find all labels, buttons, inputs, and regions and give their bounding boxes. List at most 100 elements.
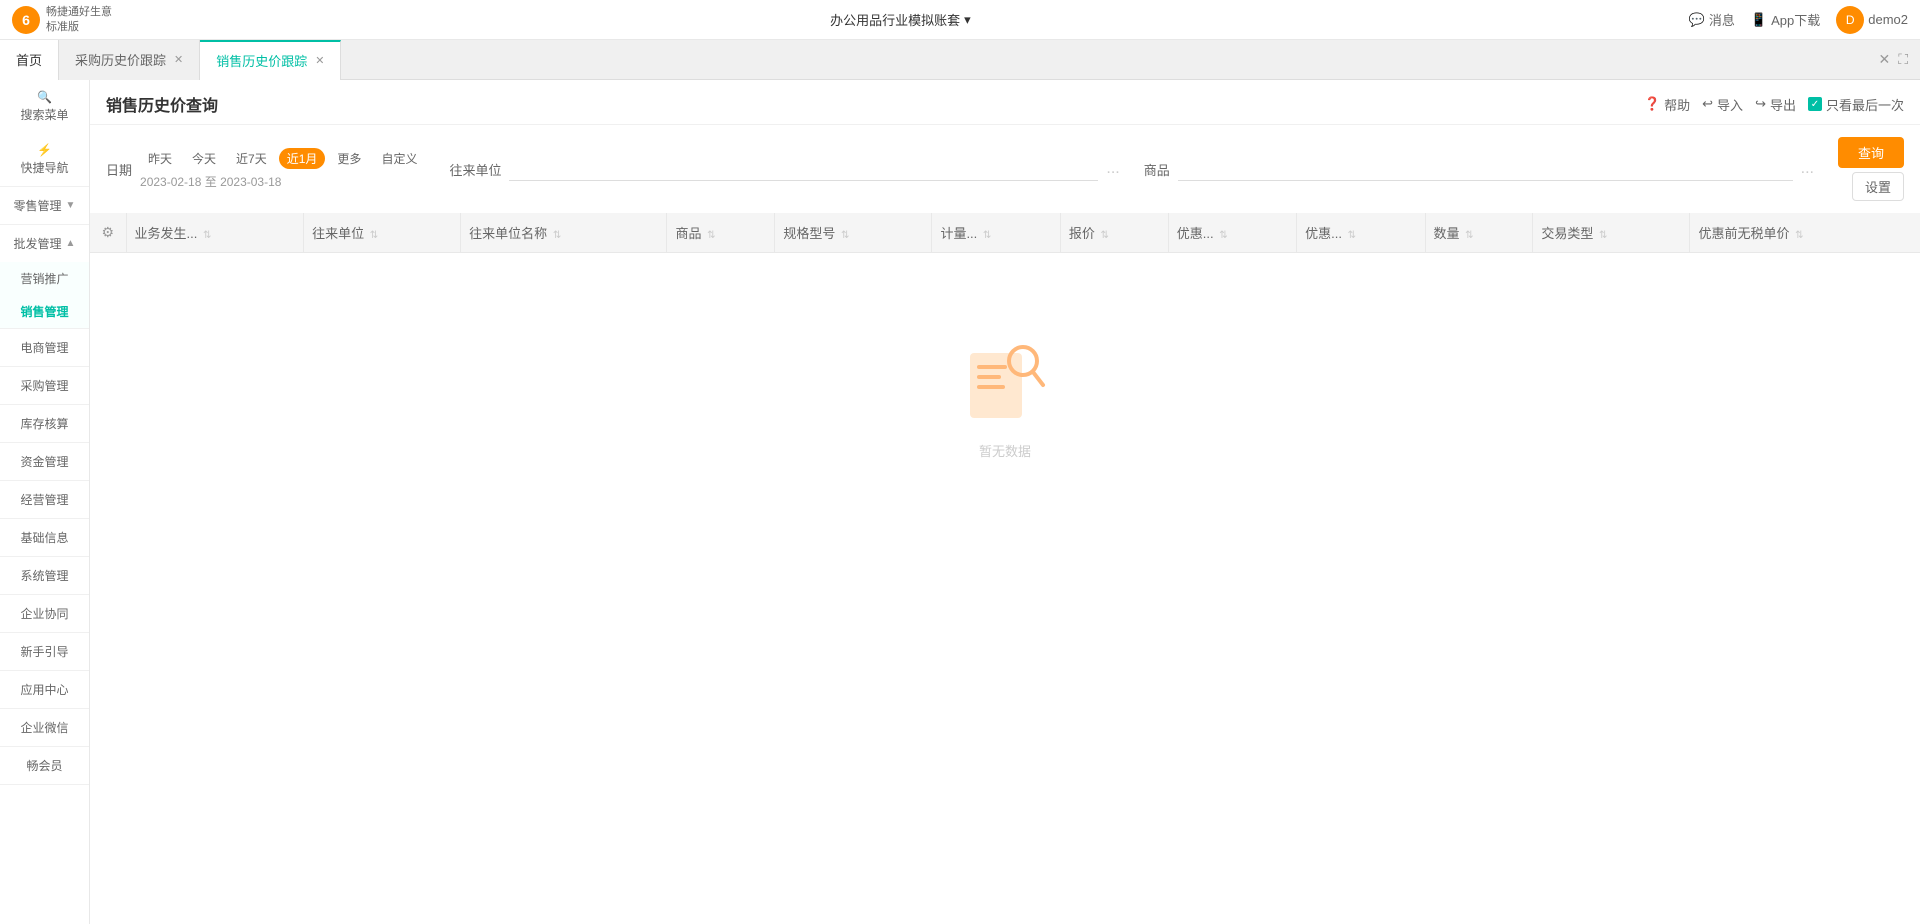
sort-icon: ⇅ (841, 230, 849, 241)
tab-purchase-history-close[interactable]: ✕ (174, 53, 183, 66)
sidebar-item-retail-mgmt[interactable]: 零售管理 ▼ (0, 187, 89, 224)
sidebar-section-operations: 经营管理 (0, 481, 89, 519)
sidebar-item-basic-info[interactable]: 基础信息 (0, 519, 89, 556)
table-col-settings[interactable]: ⚙ (90, 213, 126, 253)
empty-svg-icon (955, 333, 1055, 433)
date-option-last1month[interactable]: 近1月 (279, 148, 326, 169)
sidebar-item-purchase-mgmt[interactable]: 采购管理 (0, 367, 89, 404)
sidebar-section-basic: 基础信息 (0, 519, 89, 557)
logo-area: 6 畅捷通好生意 标准版 (12, 5, 112, 34)
table-col-spec[interactable]: 规格型号 ⇅ (775, 213, 932, 253)
sidebar-section-guide: 新手引导 (0, 633, 89, 671)
sidebar-item-inventory[interactable]: 库存核算 (0, 405, 89, 442)
product-label: 商品 (1144, 160, 1170, 179)
sort-icon: ⇅ (1100, 230, 1108, 241)
sidebar-item-quick-nav[interactable]: ⚡ 快捷导航 (0, 133, 89, 186)
sort-icon: ⇅ (553, 230, 561, 241)
table-col-quoted-price[interactable]: 报价 ⇅ (1060, 213, 1168, 253)
export-button[interactable]: ↪ 导出 (1755, 95, 1796, 114)
sidebar-item-enterprise-collab[interactable]: 企业协同 (0, 595, 89, 632)
page-actions: ❓ 帮助 ↩ 导入 ↪ 导出 ✓ 只看最后一次 (1644, 95, 1904, 114)
search-icon: 🔍 (37, 90, 52, 104)
settings-button[interactable]: 设置 (1852, 172, 1904, 201)
user-profile[interactable]: D demo2 (1836, 6, 1908, 34)
partner-input[interactable] (509, 157, 1098, 181)
table-col-pre-tax-price[interactable]: 优惠前无税单价 ⇅ (1690, 213, 1920, 253)
product-input[interactable] (1178, 157, 1793, 181)
table-col-unit[interactable]: 计量... ⇅ (932, 213, 1060, 253)
app-icon: 📱 (1751, 12, 1767, 28)
close-window-icon[interactable]: ✕ (1878, 51, 1890, 68)
sort-icon: ⇅ (1219, 230, 1227, 241)
sort-icon: ⇅ (707, 230, 715, 241)
table-col-biz-date[interactable]: 业务发生... ⇅ (126, 213, 304, 253)
message-button[interactable]: 💬 消息 (1689, 10, 1735, 29)
table-col-qty[interactable]: 数量 ⇅ (1425, 213, 1533, 253)
app-download-button[interactable]: 📱 App下载 (1751, 10, 1820, 29)
industry-selector[interactable]: 办公用品行业模拟账套 ▾ (830, 10, 971, 29)
import-icon: ↩ (1702, 96, 1713, 112)
date-option-last7days[interactable]: 近7天 (228, 148, 275, 169)
sidebar-item-marketing[interactable]: 营销推广 (0, 262, 89, 295)
sidebar-item-wholesale-mgmt[interactable]: 批发管理 ▲ (0, 225, 89, 262)
sidebar-item-search-menu[interactable]: 🔍 搜索菜单 (0, 80, 89, 133)
query-button[interactable]: 查询 (1838, 137, 1904, 168)
chevron-down-icon: ▾ (964, 12, 971, 28)
maximize-window-icon[interactable]: ⛶ (1898, 51, 1908, 68)
sidebar-section-finance: 资金管理 (0, 443, 89, 481)
tab-home[interactable]: 首页 (0, 40, 59, 80)
sort-icon: ⇅ (983, 230, 991, 241)
table-col-discount1[interactable]: 优惠... ⇅ (1168, 213, 1296, 253)
topbar-center: 办公用品行业模拟账套 ▾ (830, 10, 971, 29)
sidebar-item-new-guide[interactable]: 新手引导 (0, 633, 89, 670)
date-option-custom[interactable]: 自定义 (373, 148, 425, 169)
table-area: ⚙ 业务发生... ⇅ 往来单位 ⇅ 往来单位名称 ⇅ (90, 213, 1920, 924)
import-button[interactable]: ↩ 导入 (1702, 95, 1743, 114)
sidebar-section-enterprise: 企业协同 (0, 595, 89, 633)
chevron-down-icon: ▼ (66, 200, 76, 211)
sidebar-item-sales-mgmt[interactable]: 销售管理 (0, 295, 89, 328)
sidebar-section-ecommerce: 电商管理 (0, 329, 89, 367)
tab-purchase-history[interactable]: 采购历史价跟踪 ✕ (59, 40, 200, 80)
sidebar-item-member-club[interactable]: 畅会员 (0, 747, 89, 784)
only-last-checkbox[interactable]: ✓ 只看最后一次 (1808, 95, 1904, 114)
sidebar-section-wholesale: 批发管理 ▲ 营销推广 销售管理 (0, 225, 89, 329)
sidebar: 🔍 搜索菜单 ⚡ 快捷导航 零售管理 ▼ 批发管理 ▲ 营销推广 (0, 80, 90, 924)
filter-row: 日期 昨天 今天 近7天 (106, 137, 1904, 201)
date-range-display: 2023-02-18 至 2023-03-18 (140, 173, 425, 190)
sidebar-section-purchase: 采购管理 (0, 367, 89, 405)
product-picker-icon[interactable]: ... (1801, 160, 1814, 178)
sidebar-section-top: 🔍 搜索菜单 ⚡ 快捷导航 (0, 80, 89, 187)
sidebar-item-system-mgmt[interactable]: 系统管理 (0, 557, 89, 594)
tab-sales-history-close[interactable]: ✕ (315, 54, 324, 67)
logo-text: 畅捷通好生意 标准版 (46, 5, 112, 34)
avatar: D (1836, 6, 1864, 34)
date-option-today[interactable]: 今天 (184, 148, 224, 169)
export-icon: ↪ (1755, 96, 1766, 112)
date-label: 日期 (106, 160, 132, 179)
sidebar-item-enterprise-wechat[interactable]: 企业微信 (0, 709, 89, 746)
table-col-trade-type[interactable]: 交易类型 ⇅ (1533, 213, 1690, 253)
table-col-discount2[interactable]: 优惠... ⇅ (1297, 213, 1425, 253)
sidebar-section-member: 畅会员 (0, 747, 89, 785)
sidebar-item-operations-mgmt[interactable]: 经营管理 (0, 481, 89, 518)
partner-label: 往来单位 (449, 160, 501, 179)
main-layout: 🔍 搜索菜单 ⚡ 快捷导航 零售管理 ▼ 批发管理 ▲ 营销推广 (0, 80, 1920, 924)
date-option-more[interactable]: 更多 (329, 148, 369, 169)
sidebar-section-inventory: 库存核算 (0, 405, 89, 443)
sidebar-item-ecommerce-mgmt[interactable]: 电商管理 (0, 329, 89, 366)
table-col-product[interactable]: 商品 ⇅ (667, 213, 775, 253)
sort-icon: ⇅ (1348, 230, 1356, 241)
date-options: 昨天 今天 近7天 近1月 更多 (140, 148, 425, 169)
sidebar-item-app-center[interactable]: 应用中心 (0, 671, 89, 708)
settings-col-icon[interactable]: ⚙ (101, 224, 114, 240)
page-header: 销售历史价查询 ❓ 帮助 ↩ 导入 ↪ 导出 ✓ 只看最后一次 (90, 80, 1920, 125)
table-col-partner-code[interactable]: 往来单位 ⇅ (304, 213, 461, 253)
partner-picker-icon[interactable]: ... (1106, 160, 1119, 178)
sidebar-item-finance-mgmt[interactable]: 资金管理 (0, 443, 89, 480)
date-option-yesterday[interactable]: 昨天 (140, 148, 180, 169)
help-button[interactable]: ❓ 帮助 (1644, 95, 1690, 114)
table-col-partner-name[interactable]: 往来单位名称 ⇅ (461, 213, 667, 253)
date-filter-group: 日期 昨天 今天 近7天 (106, 148, 425, 190)
tab-sales-history[interactable]: 销售历史价跟踪 ✕ (200, 40, 341, 80)
